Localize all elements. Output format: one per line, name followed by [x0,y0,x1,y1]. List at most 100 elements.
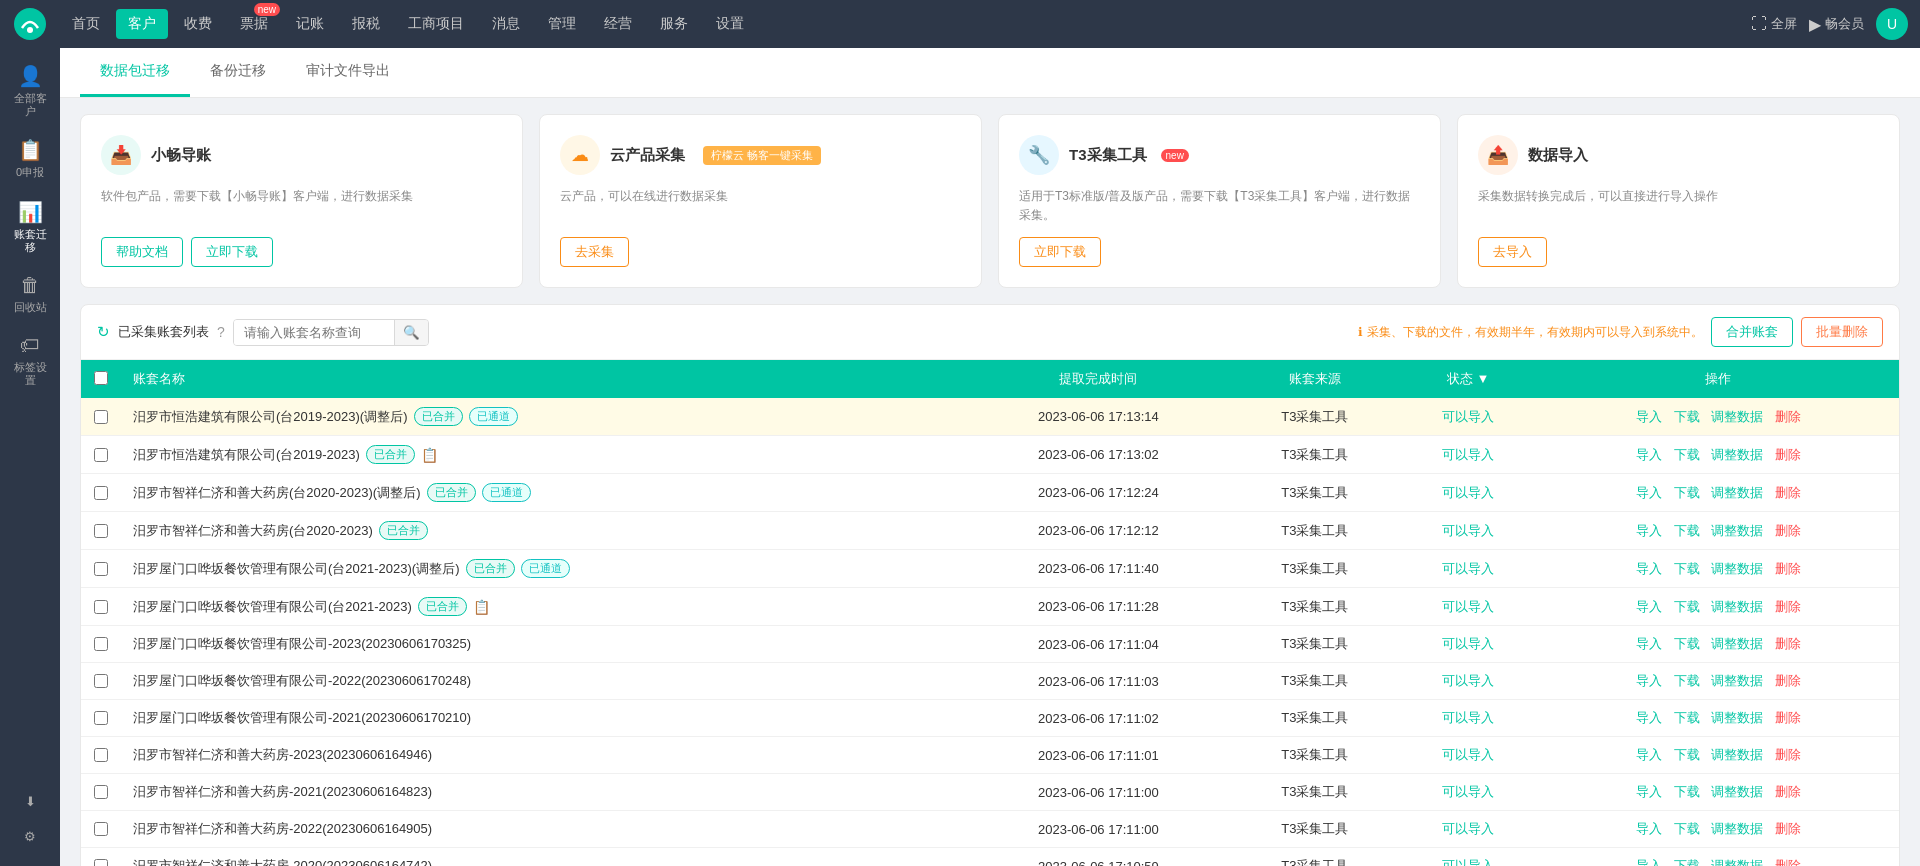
delete-action[interactable]: 删除 [1775,447,1801,462]
tab-backup-migration[interactable]: 备份迁移 [190,48,286,97]
delete-action[interactable]: 删除 [1775,673,1801,688]
nav-business[interactable]: 工商项目 [396,9,476,39]
import-action[interactable]: 导入 [1636,636,1662,651]
search-button[interactable]: 🔍 [394,320,428,345]
sidebar-item-account-migration[interactable]: 📊 账套迁移 [4,192,56,262]
download-action[interactable]: 下载 [1674,599,1700,614]
sidebar-item-all-customers[interactable]: 👤 全部客户 [4,56,56,126]
logo[interactable] [12,6,48,42]
delete-action[interactable]: 删除 [1775,747,1801,762]
download-action[interactable]: 下载 [1674,485,1700,500]
import-action[interactable]: 导入 [1636,858,1662,866]
nav-settings[interactable]: 设置 [704,9,756,39]
download-action[interactable]: 下载 [1674,561,1700,576]
row-checkbox[interactable] [94,674,108,688]
adjust-action[interactable]: 调整数据 [1711,599,1763,614]
import-action[interactable]: 导入 [1636,523,1662,538]
adjust-action[interactable]: 调整数据 [1711,636,1763,651]
batch-delete-button[interactable]: 批量删除 [1801,317,1883,347]
adjust-action[interactable]: 调整数据 [1711,747,1763,762]
import-action[interactable]: 导入 [1636,784,1662,799]
row-checkbox[interactable] [94,600,108,614]
download-action[interactable]: 下载 [1674,821,1700,836]
adjust-action[interactable]: 调整数据 [1711,710,1763,725]
adjust-action[interactable]: 调整数据 [1711,784,1763,799]
row-checkbox[interactable] [94,785,108,799]
row-checkbox[interactable] [94,711,108,725]
import-action[interactable]: 导入 [1636,447,1662,462]
tab-audit-export[interactable]: 审计文件导出 [286,48,410,97]
import-action[interactable]: 导入 [1636,485,1662,500]
adjust-action[interactable]: 调整数据 [1711,485,1763,500]
delete-action[interactable]: 删除 [1775,599,1801,614]
download-action[interactable]: 下载 [1674,523,1700,538]
download-action[interactable]: 下载 [1674,784,1700,799]
help-icon[interactable]: ? [217,324,225,340]
adjust-action[interactable]: 调整数据 [1711,523,1763,538]
merge-accounts-button[interactable]: 合并账套 [1711,317,1793,347]
download-action[interactable]: 下载 [1674,636,1700,651]
delete-action[interactable]: 删除 [1775,858,1801,866]
search-input[interactable] [234,320,394,345]
import-action[interactable]: 导入 [1636,409,1662,424]
row-checkbox[interactable] [94,562,108,576]
adjust-action[interactable]: 调整数据 [1711,673,1763,688]
import-action[interactable]: 导入 [1636,673,1662,688]
import-action[interactable]: 导入 [1636,561,1662,576]
import-action[interactable]: 导入 [1636,821,1662,836]
t3-download-button[interactable]: 立即下载 [1019,237,1101,267]
delete-action[interactable]: 删除 [1775,821,1801,836]
tab-data-migration[interactable]: 数据包迁移 [80,48,190,97]
row-checkbox[interactable] [94,486,108,500]
download-action[interactable]: 下载 [1674,409,1700,424]
row-checkbox[interactable] [94,822,108,836]
delete-action[interactable]: 删除 [1775,561,1801,576]
delete-action[interactable]: 删除 [1775,523,1801,538]
row-checkbox[interactable] [94,524,108,538]
avatar[interactable]: U [1876,8,1908,40]
fullscreen-btn[interactable]: ⛶ 全屏 [1751,15,1797,33]
adjust-action[interactable]: 调整数据 [1711,858,1763,866]
import-action[interactable]: 导入 [1636,599,1662,614]
row-checkbox[interactable] [94,637,108,651]
download-action[interactable]: 下载 [1674,858,1700,866]
row-checkbox[interactable] [94,748,108,762]
delete-action[interactable]: 删除 [1775,784,1801,799]
sidebar-item-zero-report[interactable]: 📋 0申报 [4,130,56,187]
sidebar-download-btn[interactable]: ⬇ [19,788,42,815]
delete-action[interactable]: 删除 [1775,710,1801,725]
nav-service[interactable]: 服务 [648,9,700,39]
adjust-action[interactable]: 调整数据 [1711,821,1763,836]
download-now-button[interactable]: 立即下载 [191,237,273,267]
import-action[interactable]: 导入 [1636,710,1662,725]
nav-bookkeeping[interactable]: 记账 [284,9,336,39]
refresh-icon[interactable]: ↻ [97,323,110,341]
row-checkbox[interactable] [94,859,108,866]
go-import-button[interactable]: 去导入 [1478,237,1547,267]
sidebar-item-tag-settings[interactable]: 🏷 标签设置 [4,326,56,395]
delete-action[interactable]: 删除 [1775,485,1801,500]
nav-manage[interactable]: 管理 [536,9,588,39]
select-all-checkbox[interactable] [94,371,108,385]
download-action[interactable]: 下载 [1674,447,1700,462]
sidebar-item-recycle-bin[interactable]: 🗑 回收站 [4,266,56,322]
nav-tax[interactable]: 报税 [340,9,392,39]
member-btn[interactable]: ▶ 畅会员 [1809,15,1864,34]
nav-message[interactable]: 消息 [480,9,532,39]
nav-home[interactable]: 首页 [60,9,112,39]
sidebar-settings-btn[interactable]: ⚙ [18,823,42,850]
import-action[interactable]: 导入 [1636,747,1662,762]
download-action[interactable]: 下载 [1674,747,1700,762]
adjust-action[interactable]: 调整数据 [1711,447,1763,462]
nav-customer[interactable]: 客户 [116,9,168,39]
go-collect-button[interactable]: 去采集 [560,237,629,267]
help-doc-button[interactable]: 帮助文档 [101,237,183,267]
row-checkbox[interactable] [94,448,108,462]
download-action[interactable]: 下载 [1674,673,1700,688]
nav-ticket[interactable]: 票据 new [228,9,280,39]
download-action[interactable]: 下载 [1674,710,1700,725]
nav-operation[interactable]: 经营 [592,9,644,39]
nav-fee[interactable]: 收费 [172,9,224,39]
row-checkbox[interactable] [94,410,108,424]
delete-action[interactable]: 删除 [1775,636,1801,651]
